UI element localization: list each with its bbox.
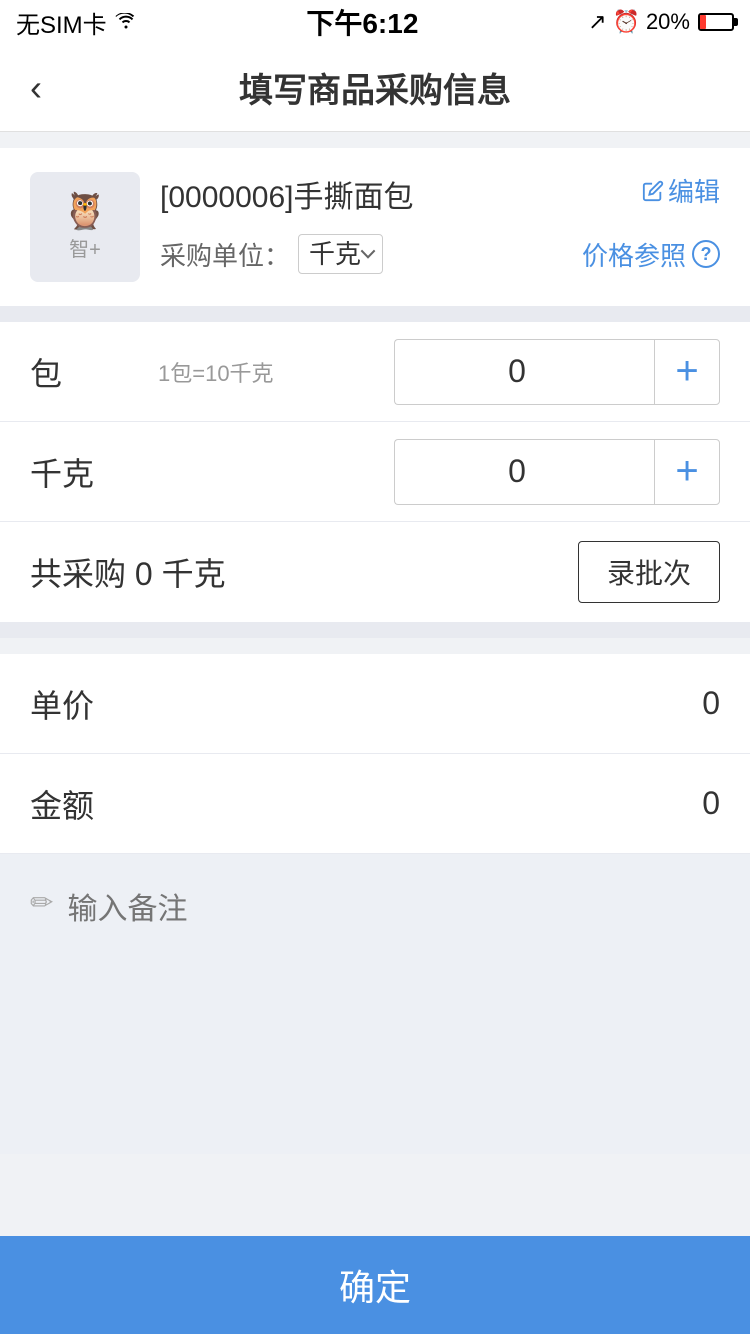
- confirm-button[interactable]: 确定: [0, 1236, 750, 1334]
- price-ref-icon: ?: [692, 240, 720, 268]
- section-divider-1: [0, 306, 750, 322]
- price-value: 0: [702, 685, 720, 722]
- product-img-brand: 智+: [69, 233, 101, 262]
- quantity-sublabel-bao: 1包=10千克: [158, 356, 274, 388]
- amount-value: 0: [702, 785, 720, 822]
- quantity-label-kg: 千克: [30, 449, 150, 495]
- carrier-text: 无SIM卡: [16, 5, 107, 40]
- quantity-plus-bao[interactable]: +: [654, 339, 720, 405]
- pencil-icon: ✏: [30, 886, 53, 919]
- quantity-row-bao: 包 1包=10千克 +: [0, 322, 750, 422]
- section-divider-2: [0, 622, 750, 638]
- location-icon: ↗: [588, 9, 606, 35]
- product-header: [0000006]手撕面包 编辑: [160, 172, 720, 216]
- batch-button[interactable]: 录批次: [578, 541, 720, 603]
- product-card: 🦉 智+ [0000006]手撕面包 编辑 采购单位： 千克 包: [0, 148, 750, 306]
- status-right: ↗ ⏰ 20%: [588, 9, 734, 35]
- product-unit-row: 采购单位： 千克 包 价格参照 ?: [160, 234, 720, 274]
- price-ref-label: 价格参照: [582, 236, 686, 273]
- quantity-row-kg: 千克 +: [0, 422, 750, 522]
- quantity-label-bao: 包: [30, 349, 150, 395]
- price-label: 单价: [30, 681, 94, 727]
- nav-bar: ‹ 填写商品采购信息: [0, 44, 750, 132]
- battery-percent: 20%: [646, 9, 690, 35]
- status-time: 下午6:12: [306, 2, 418, 42]
- price-ref-button[interactable]: 价格参照 ?: [582, 236, 720, 273]
- product-img-icon: 🦉: [63, 193, 108, 229]
- unit-select[interactable]: 千克 包: [298, 234, 383, 274]
- info-section: 单价 0 金额 0: [0, 654, 750, 854]
- back-button[interactable]: ‹: [30, 67, 42, 109]
- quantity-input-bao[interactable]: [394, 339, 654, 405]
- price-row: 单价 0: [0, 654, 750, 754]
- page-title: 填写商品采购信息: [239, 63, 511, 112]
- unit-label: 采购单位：: [160, 236, 290, 273]
- status-bar: 无SIM卡 下午6:12 ↗ ⏰ 20%: [0, 0, 750, 44]
- input-section: 包 1包=10千克 + 千克 + 共采购 0 千克 录批次: [0, 322, 750, 622]
- summary-text: 共采购 0 千克: [30, 549, 226, 595]
- product-info: [0000006]手撕面包 编辑 采购单位： 千克 包 价格参照 ?: [160, 172, 720, 274]
- edit-button[interactable]: 编辑: [642, 172, 720, 209]
- quantity-input-wrapper-kg: +: [150, 439, 720, 505]
- quantity-input-wrapper-bao: +: [274, 339, 720, 405]
- unit-select-wrapper: 采购单位： 千克 包: [160, 234, 383, 274]
- battery-icon: [698, 13, 734, 31]
- wifi-icon: [115, 8, 137, 36]
- product-name: [0000006]手撕面包: [160, 172, 413, 216]
- quantity-plus-kg[interactable]: +: [654, 439, 720, 505]
- amount-label: 金额: [30, 781, 94, 827]
- amount-row: 金额 0: [0, 754, 750, 854]
- alarm-icon: ⏰: [613, 9, 640, 35]
- summary-row: 共采购 0 千克 录批次: [0, 522, 750, 622]
- remark-input[interactable]: [67, 884, 720, 1024]
- remark-section: ✏: [0, 854, 750, 1154]
- status-left: 无SIM卡: [16, 5, 137, 40]
- product-image: 🦉 智+: [30, 172, 140, 282]
- quantity-input-kg[interactable]: [394, 439, 654, 505]
